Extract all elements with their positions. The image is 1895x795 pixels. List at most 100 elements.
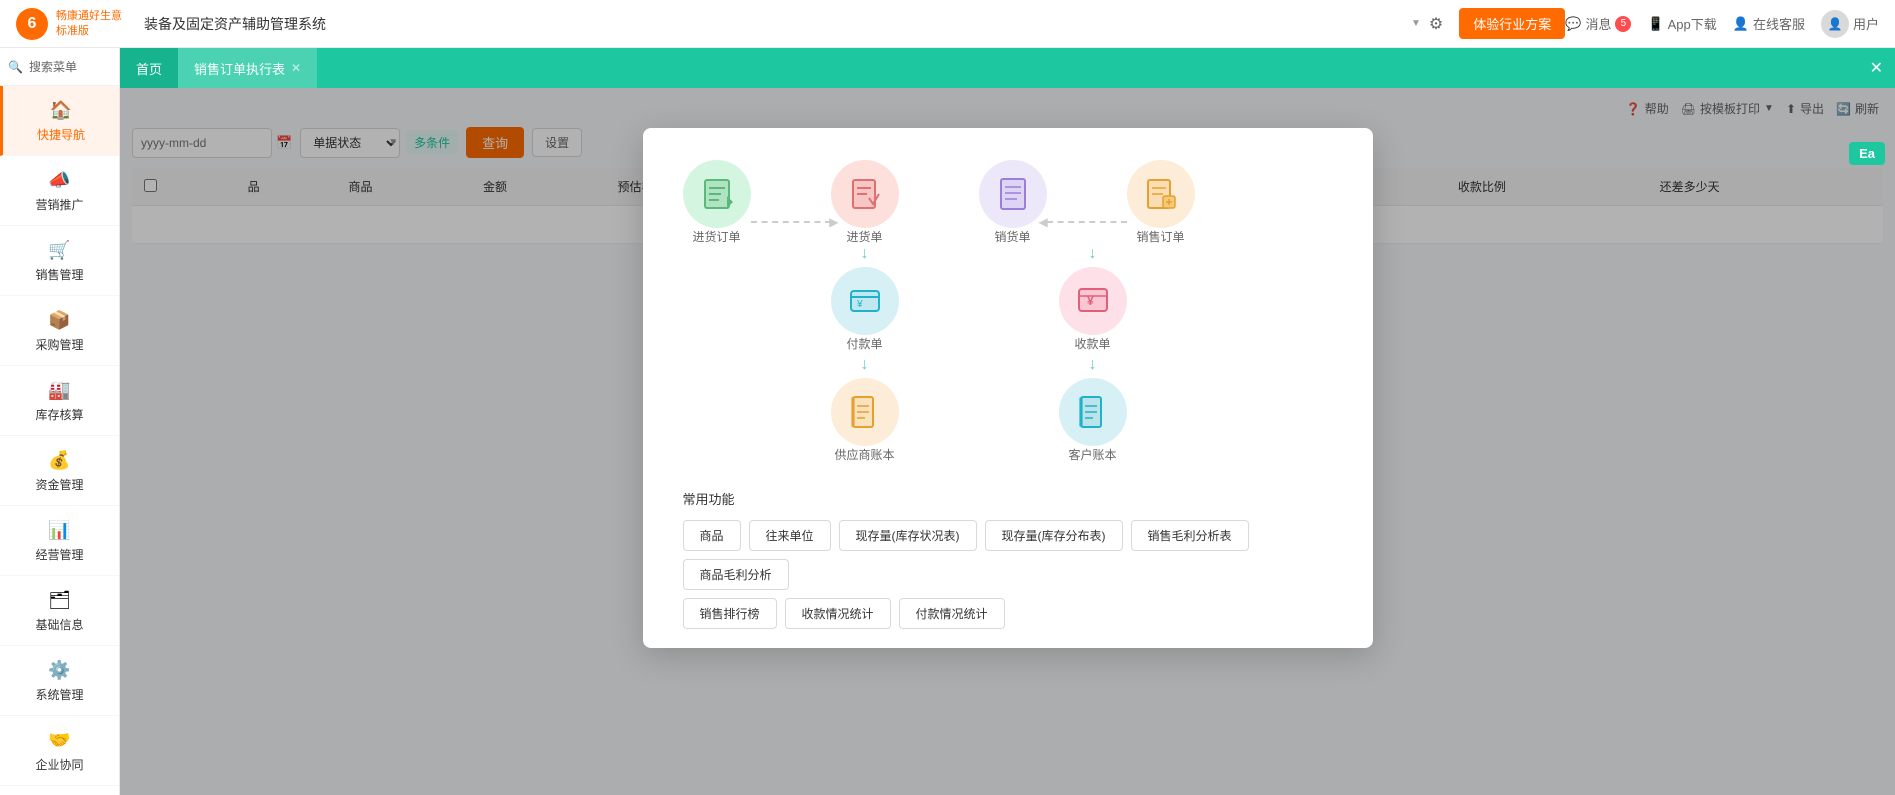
common-functions: 常用功能 商品往来单位现存量(库存状况表)现存量(库存分布表)销售毛利分析表商品… (683, 489, 1333, 629)
enterprise-icon: 🤝 (48, 728, 72, 752)
ea-badge: Ea (1849, 142, 1885, 165)
tab-home-label: 首页 (136, 59, 162, 78)
tab-bar-close-icon[interactable]: ✕ (1858, 58, 1895, 78)
supplier-ledger-icon (847, 394, 883, 430)
customer-ledger-circle (1059, 378, 1127, 446)
customer-ledger-icon (1075, 394, 1111, 430)
func-button[interactable]: 往来单位 (749, 520, 831, 551)
tab-sales-order[interactable]: 销售订单执行表 ✕ (178, 48, 317, 88)
sidebar-item-quick-nav[interactable]: 🏠 快捷导航 (0, 86, 119, 156)
enterprise-label: 企业协同 (35, 756, 83, 773)
sidebar-item-system[interactable]: ⚙️ 系统管理 (0, 646, 119, 716)
func-buttons-row1: 商品往来单位现存量(库存状况表) 现存量(库存分布表) 销售毛利分析表商品毛利分析 (683, 520, 1333, 590)
spacer2 (899, 245, 1059, 263)
quick-nav-label: 快捷导航 (37, 126, 85, 143)
app-download-button[interactable]: 📱 App下载 (1647, 14, 1716, 33)
flow-node-customer-ledger[interactable]: 客户账本 (1059, 378, 1127, 463)
flow-node-sales-order[interactable]: 销售订单 (1127, 160, 1195, 245)
sidebar-item-purchase[interactable]: 📦 采购管理 (0, 296, 119, 366)
common-functions-title: 常用功能 (683, 489, 1333, 508)
sidebar-item-inventory[interactable]: 🏭 库存核算 (0, 366, 119, 436)
receipt-circle: ¥ (1059, 267, 1127, 335)
tab-home[interactable]: 首页 (120, 48, 178, 88)
sidebar: 🔍 搜索菜单 🏠 快捷导航 📣 营销推广 🛒 销售管理 📦 采购管理 🏭 库存核… (0, 48, 120, 795)
logo-line1: 畅康通好生意 (56, 9, 122, 23)
user-label: 用户 (1853, 14, 1879, 33)
flow-node-payment[interactable]: ¥ 付款单 (831, 267, 899, 352)
tab-close-icon[interactable]: ✕ (291, 61, 301, 75)
quick-nav-icon: 🏠 (49, 98, 73, 122)
flow-node-sales-bill[interactable]: 销货单 (979, 160, 1047, 245)
top-header: 6 畅康通好生意 标准版 装备及固定资产辅助管理系统 ▼ ⚙ 体验行业方案 💬 … (0, 0, 1895, 48)
func-button[interactable]: 销售排行榜 (683, 598, 777, 629)
marketing-icon: 📣 (48, 168, 72, 192)
header-actions: 💬 消息 5 📱 App下载 👤 在线客服 👤 用户 (1565, 10, 1879, 38)
receipt-label: 收款单 (1074, 335, 1110, 352)
operations-label: 经营管理 (35, 546, 83, 563)
online-service-button[interactable]: 👤 在线客服 (1733, 14, 1805, 33)
arrow-down-2: ↓ (1059, 245, 1127, 263)
func-button[interactable]: 商品 (683, 520, 741, 551)
modal: 进货订单 ▶ (643, 128, 1373, 648)
sidebar-item-finance[interactable]: 💰 资金管理 (0, 436, 119, 506)
app-icon: 📱 (1647, 16, 1663, 32)
sales-icon: 🛒 (48, 238, 72, 262)
finance-icon: 💰 (48, 448, 72, 472)
svg-text:¥: ¥ (856, 299, 863, 310)
func-button[interactable]: 销售毛利分析表 (1131, 520, 1249, 551)
experience-button[interactable]: 体验行业方案 (1459, 8, 1565, 39)
flow-node-receipt[interactable]: ¥ 收款单 (1059, 267, 1127, 352)
func-buttons-row2: 销售排行榜收款情况统计付款情况统计 (683, 598, 1333, 629)
logo-area: 6 畅康通好生意 标准版 (16, 8, 136, 40)
func-button[interactable]: 商品毛利分析 (683, 559, 789, 590)
basic-info-label: 基础信息 (35, 616, 83, 633)
basic-info-icon: 🗂 (48, 588, 72, 612)
message-button[interactable]: 💬 消息 5 (1565, 14, 1631, 33)
spacer5 (899, 378, 1059, 463)
customer-ledger-label: 客户账本 (1068, 446, 1116, 463)
sidebar-item-basic-info[interactable]: 🗂 基础信息 (0, 576, 119, 646)
flow-node-purchase-receipt[interactable]: 进货单 (831, 160, 899, 245)
flow-row-2: ¥ 付款单 (683, 267, 1333, 352)
func-button[interactable]: 付款情况统计 (899, 598, 1005, 629)
purchase-order-circle (683, 160, 751, 228)
func-button[interactable]: 现存量(库存状况表) (839, 520, 977, 551)
func-button[interactable]: 收款情况统计 (785, 598, 891, 629)
flow-row-3: 供应商账本 (683, 378, 1333, 463)
logo-text: 畅康通好生意 标准版 (56, 9, 122, 38)
flow-node-supplier-ledger[interactable]: 供应商账本 (831, 378, 899, 463)
purchase-receipt-icon (847, 176, 883, 212)
payment-circle: ¥ (831, 267, 899, 335)
purchase-order-label: 进货订单 (692, 228, 740, 245)
message-badge: 5 (1615, 16, 1631, 32)
func-button[interactable]: 现存量(库存分布表) (985, 520, 1123, 551)
user-button[interactable]: 👤 用户 (1821, 10, 1879, 38)
flow-arrows-down: ↓ ↓ (683, 245, 1333, 263)
arrow-down-1: ↓ (831, 245, 899, 263)
sales-label: 销售管理 (35, 266, 83, 283)
inventory-icon: 🏭 (48, 378, 72, 402)
sidebar-item-newbie[interactable]: 📖 新手引导 (0, 786, 119, 795)
sidebar-item-operations[interactable]: 📊 经营管理 (0, 506, 119, 576)
sales-bill-circle (979, 160, 1047, 228)
message-label: 消息 (1585, 14, 1611, 33)
main-layout: 🔍 搜索菜单 🏠 快捷导航 📣 营销推广 🛒 销售管理 📦 采购管理 🏭 库存核… (0, 48, 1895, 795)
marketing-label: 营销推广 (35, 196, 83, 213)
search-label: 搜索菜单 (29, 58, 77, 75)
purchase-receipt-circle (831, 160, 899, 228)
sidebar-item-marketing[interactable]: 📣 营销推广 (0, 156, 119, 226)
sales-order-icon (1143, 176, 1179, 212)
flow-node-purchase-order[interactable]: 进货订单 (683, 160, 751, 245)
flow-arrows-down-2: ↓ ↓ (683, 356, 1333, 374)
gear-icon[interactable]: ⚙ (1429, 14, 1443, 34)
sidebar-item-enterprise[interactable]: 🤝 企业协同 (0, 716, 119, 786)
system-title: 装备及固定资产辅助管理系统 (144, 14, 1411, 34)
sales-bill-icon (995, 176, 1031, 212)
avatar: 👤 (1821, 10, 1849, 38)
system-icon: ⚙️ (48, 658, 72, 682)
sidebar-search[interactable]: 🔍 搜索菜单 (0, 48, 119, 86)
flow-section: 进货订单 ▶ (683, 160, 1333, 479)
sidebar-item-sales[interactable]: 🛒 销售管理 (0, 226, 119, 296)
purchase-receipt-label: 进货单 (846, 228, 882, 245)
system-dropdown-icon[interactable]: ▼ (1411, 18, 1421, 29)
